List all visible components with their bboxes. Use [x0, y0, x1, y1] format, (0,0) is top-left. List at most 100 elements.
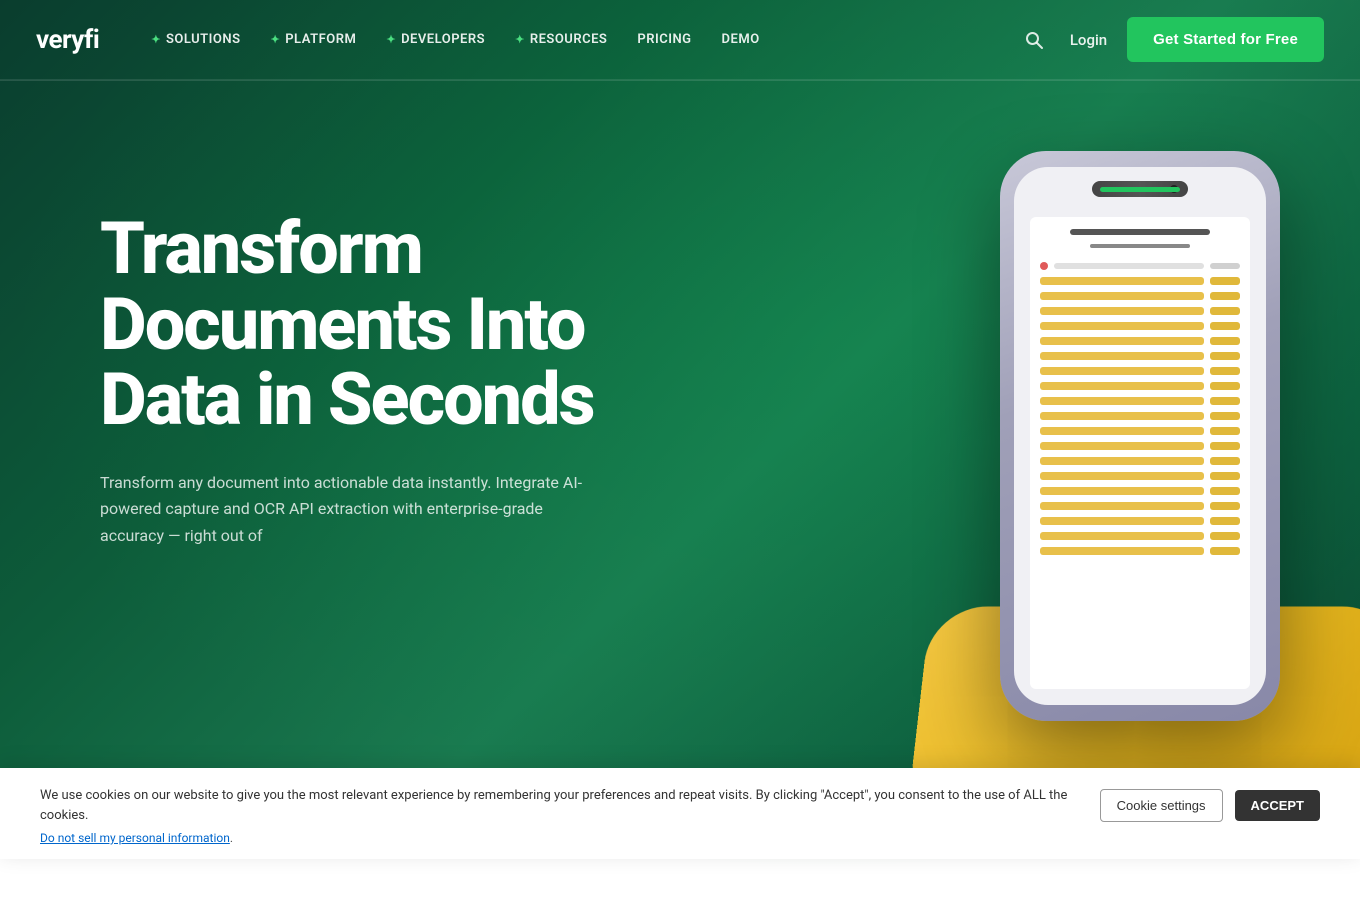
- receipt-row: [1040, 501, 1240, 511]
- receipt-bar: [1054, 263, 1204, 269]
- receipt-bar-short: [1210, 277, 1240, 285]
- nav-item-platform[interactable]: ✦ PLATFORM: [259, 24, 369, 55]
- receipt-bar-gold: [1040, 532, 1204, 540]
- nav-item-demo[interactable]: DEMO: [710, 24, 772, 55]
- receipt-row: [1040, 306, 1240, 316]
- receipt-row: [1040, 486, 1240, 496]
- phone-green-bar: [1100, 187, 1180, 192]
- hero-text: Transform Documents Into Data in Seconds…: [100, 161, 660, 549]
- receipt-bar-short: [1210, 263, 1240, 269]
- cookie-text: We use cookies on our website to give yo…: [40, 786, 1080, 825]
- receipt-row: [1040, 336, 1240, 346]
- nav-item-solutions[interactable]: ✦ SOLUTIONS: [139, 24, 252, 55]
- hero-section: veryfi ✦ SOLUTIONS ✦ PLATFORM ✦ DEVELOPE…: [0, 0, 1360, 859]
- receipt-bar-gold: [1040, 397, 1204, 405]
- phone-outer: [1000, 151, 1280, 721]
- navbar: veryfi ✦ SOLUTIONS ✦ PLATFORM ✦ DEVELOPE…: [0, 0, 1360, 80]
- receipt-row: [1040, 516, 1240, 526]
- receipt-bar-short: [1210, 532, 1240, 540]
- cookie-accept-button[interactable]: ACCEPT: [1235, 790, 1320, 821]
- receipt-bar-gold: [1040, 517, 1204, 525]
- nav-links: ✦ SOLUTIONS ✦ PLATFORM ✦ DEVELOPERS ✦ RE…: [139, 24, 1018, 55]
- nav-item-resources[interactable]: ✦ RESOURCES: [503, 24, 619, 55]
- receipt-dot-red: [1040, 262, 1048, 270]
- receipt-bar-short: [1210, 442, 1240, 450]
- receipt-bar-short: [1210, 427, 1240, 435]
- receipt-row: [1040, 291, 1240, 301]
- receipt-bar-gold: [1040, 337, 1204, 345]
- receipt-bar-short: [1210, 412, 1240, 420]
- hero-body: Transform Documents Into Data in Seconds…: [0, 81, 1360, 859]
- receipt-row: [1040, 321, 1240, 331]
- receipt-row: [1040, 456, 1240, 466]
- hero-subtext: Transform any document into actionable d…: [100, 470, 600, 549]
- phone-illustration: [950, 131, 1330, 761]
- receipt-bar-gold: [1040, 277, 1204, 285]
- nav-item-developers[interactable]: ✦ DEVELOPERS: [374, 24, 497, 55]
- receipt-bar-short: [1210, 547, 1240, 555]
- receipt-row: [1040, 276, 1240, 286]
- receipt-bar-gold: [1040, 367, 1204, 375]
- receipt-row: [1040, 261, 1240, 271]
- cookie-main: We use cookies on our website to give yo…: [40, 786, 1320, 825]
- cookie-settings-button[interactable]: Cookie settings: [1100, 789, 1223, 822]
- receipt-header: [1070, 229, 1210, 235]
- receipt-bar-short: [1210, 397, 1240, 405]
- cookie-secondary: Do not sell my personal information.: [40, 831, 1320, 845]
- hero-headline: Transform Documents Into Data in Seconds: [100, 211, 660, 438]
- receipt-bar-gold: [1040, 457, 1204, 465]
- receipt-bar-gold: [1040, 382, 1204, 390]
- receipt-bar-gold: [1040, 442, 1204, 450]
- receipt-bar-gold: [1040, 502, 1204, 510]
- receipt-bar-gold: [1040, 322, 1204, 330]
- receipt-bar-gold: [1040, 547, 1204, 555]
- receipt-bar-short: [1210, 382, 1240, 390]
- spark-icon: ✦: [151, 33, 161, 46]
- receipt-bar-short: [1210, 292, 1240, 300]
- receipt-bar-gold: [1040, 352, 1204, 360]
- receipt-bar-short: [1210, 307, 1240, 315]
- do-not-sell-link[interactable]: Do not sell my personal information: [40, 831, 230, 845]
- receipt-bar-gold: [1040, 472, 1204, 480]
- receipt-bar-short: [1210, 352, 1240, 360]
- receipt-bar-short: [1210, 517, 1240, 525]
- nav-divider: [0, 80, 1360, 81]
- search-icon: [1024, 30, 1044, 50]
- logo[interactable]: veryfi: [36, 25, 99, 55]
- receipt-bar-short: [1210, 337, 1240, 345]
- receipt-bar-short: [1210, 487, 1240, 495]
- receipt-bar-short: [1210, 367, 1240, 375]
- receipt-bar-gold: [1040, 427, 1204, 435]
- receipt-area: [1030, 217, 1250, 689]
- receipt-row: [1040, 471, 1240, 481]
- receipt-row: [1040, 396, 1240, 406]
- receipt-bar-short: [1210, 322, 1240, 330]
- receipt-bar-gold: [1040, 412, 1204, 420]
- receipt-subheader: [1090, 244, 1190, 248]
- cookie-actions: Cookie settings ACCEPT: [1100, 789, 1320, 822]
- spark-icon: ✦: [386, 33, 396, 46]
- receipt-row: [1040, 531, 1240, 541]
- login-link[interactable]: Login: [1070, 31, 1107, 49]
- receipt-bar-short: [1210, 502, 1240, 510]
- spark-icon: ✦: [271, 33, 281, 46]
- cookie-banner: We use cookies on our website to give yo…: [0, 768, 1360, 859]
- receipt-row: [1040, 351, 1240, 361]
- spark-icon: ✦: [515, 33, 525, 46]
- get-started-button[interactable]: Get Started for Free: [1127, 17, 1324, 62]
- search-button[interactable]: [1018, 24, 1050, 56]
- nav-right: Login Get Started for Free: [1018, 17, 1324, 62]
- receipt-row: [1040, 411, 1240, 421]
- receipt-bar-short: [1210, 457, 1240, 465]
- receipt-bar-gold: [1040, 292, 1204, 300]
- receipt-row: [1040, 441, 1240, 451]
- receipt-bar-gold: [1040, 487, 1204, 495]
- receipt-row: [1040, 366, 1240, 376]
- phone-inner: [1014, 167, 1266, 705]
- receipt-row: [1040, 546, 1240, 556]
- receipt-row: [1040, 381, 1240, 391]
- receipt-bar-gold: [1040, 307, 1204, 315]
- nav-item-pricing[interactable]: PRICING: [625, 24, 703, 55]
- receipt-bar-short: [1210, 472, 1240, 480]
- receipt-row: [1040, 426, 1240, 436]
